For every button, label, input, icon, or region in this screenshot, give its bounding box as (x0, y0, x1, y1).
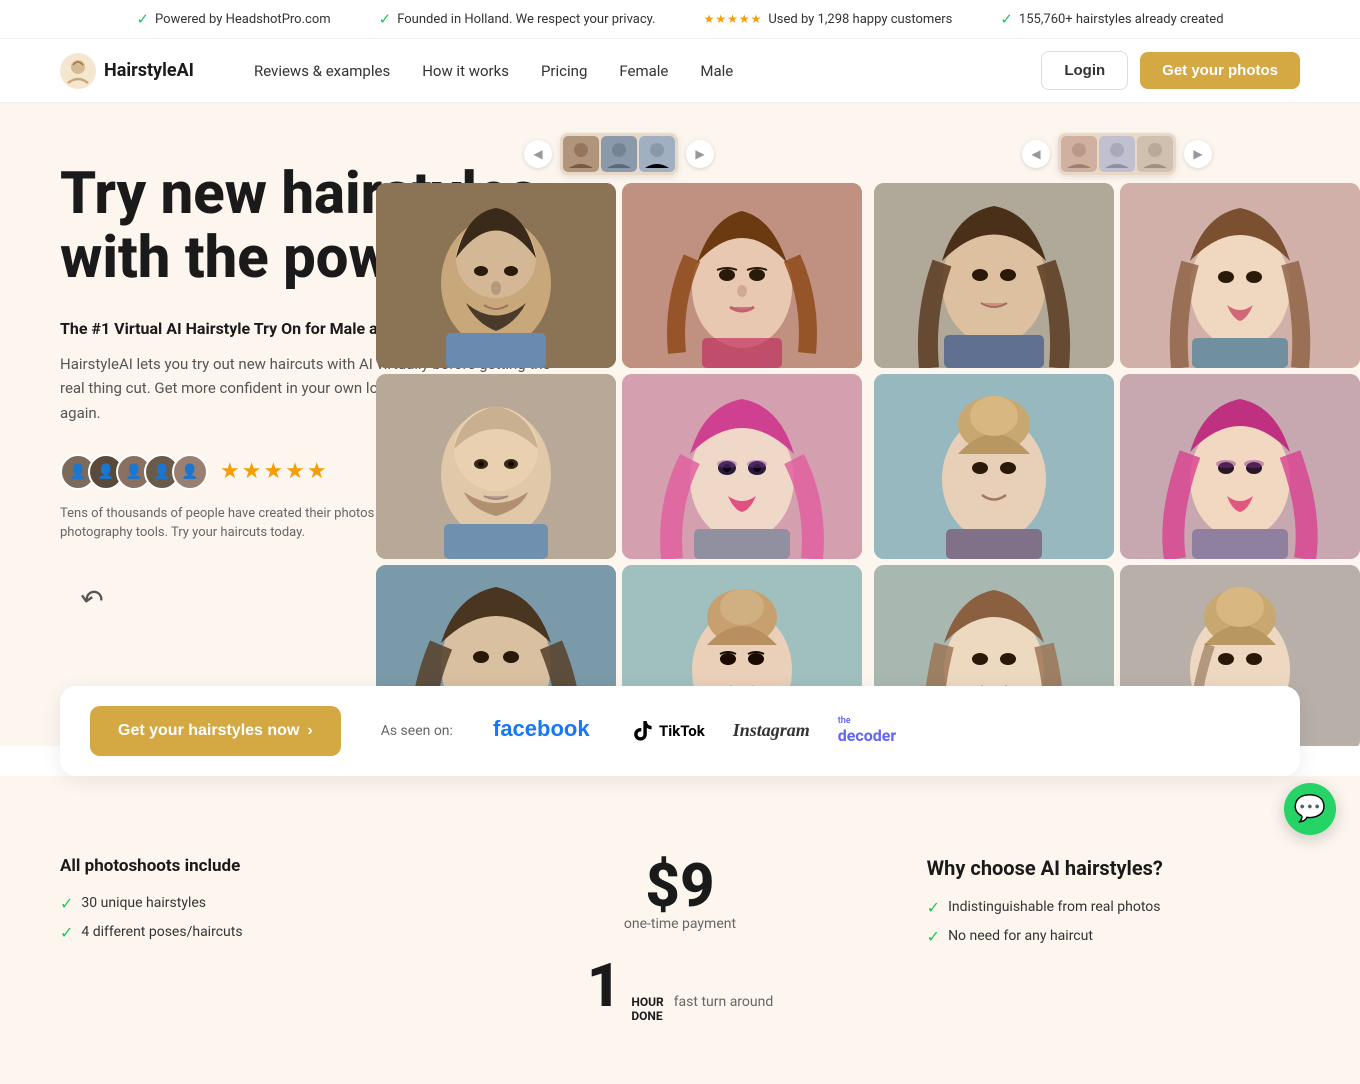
topbar-item-founded: ✓ Founded in Holland. We respect your pr… (379, 10, 656, 28)
why-text-1: Indistinguishable from real photos (948, 899, 1160, 915)
why-item-1: ✓ Indistinguishable from real photos (927, 898, 1300, 917)
decoder-logo: the decoder (838, 717, 897, 745)
chat-icon: 💬 (1294, 794, 1326, 824)
check-icon: ✓ (136, 10, 149, 28)
female-face-2 (622, 374, 862, 559)
nav-link-pricing[interactable]: Pricing (541, 62, 587, 80)
instagram-logo: Instagram (733, 720, 810, 741)
feature-item-2: ✓ 4 different poses/haircuts (60, 923, 433, 942)
topbar-text-founded: Founded in Holland. We respect your priv… (397, 12, 655, 27)
get-photos-button[interactable]: Get your photos (1140, 52, 1300, 89)
check-icon-2: ✓ (379, 10, 392, 28)
feature-item-1: ✓ 30 unique hairstyles (60, 894, 433, 913)
prev-arrow[interactable]: ◀ (524, 140, 552, 168)
feature-text-1: 30 unique hairstyles (81, 895, 206, 911)
avatar-5: 👤 (172, 454, 208, 490)
login-button[interactable]: Login (1041, 51, 1128, 90)
male-thumb-row: ◀ ▶ (524, 133, 714, 175)
female-face-a (874, 183, 1114, 368)
nav-links: Reviews & examples How it works Pricing … (254, 62, 1001, 80)
topbar-text-powered: Powered by HeadshotPro.com (155, 12, 331, 27)
navbar: HairstyleAI Reviews & examples How it wo… (0, 39, 1360, 103)
female-thumbs (1058, 133, 1176, 175)
thumb-before (563, 136, 599, 172)
thumb-after-2 (639, 136, 675, 172)
topbar-text-used-by: Used by 1,298 happy customers (768, 12, 952, 27)
female-face-c (874, 374, 1114, 559)
feature-text-2: 4 different poses/haircuts (81, 924, 242, 940)
male-faces-grid (376, 183, 862, 746)
price-amount: $9 (493, 856, 866, 916)
as-seen-on-label: As seen on: (381, 723, 453, 739)
female-face-1 (622, 183, 862, 368)
logo-text: HairstyleAI (104, 60, 194, 81)
turnaround-label: HOUR DONE (631, 995, 663, 1024)
why-text-2: No need for any haircut (948, 928, 1093, 944)
why-col: Why choose AI hairstyles? ✓ Indistinguis… (927, 856, 1300, 956)
check-icon-w2: ✓ (927, 927, 940, 946)
thumb-f-after-1 (1099, 136, 1135, 172)
cta-bar: Get your hairstyles now › As seen on: fa… (60, 686, 1300, 776)
rating-stars: ★★★★★ (704, 12, 763, 26)
topbar-item-powered: ✓ Powered by HeadshotPro.com (136, 10, 330, 28)
why-title: Why choose AI hairstyles? (927, 856, 1300, 880)
prev-arrow-f[interactable]: ◀ (1022, 140, 1050, 168)
price-payment-label: one-time payment (493, 916, 866, 932)
thumb-after-1 (601, 136, 637, 172)
cta-big-button[interactable]: Get your hairstyles now › (90, 706, 341, 756)
next-arrow-f[interactable]: ▶ (1184, 140, 1212, 168)
nav-link-reviews[interactable]: Reviews & examples (254, 62, 390, 80)
male-face-1 (376, 183, 616, 368)
topbar-item-created: ✓ 155,760+ hairstyles already created (1000, 10, 1223, 28)
nav-link-male[interactable]: Male (700, 62, 733, 80)
hero-stars: ★★★★★ (220, 459, 329, 484)
nav-link-how-it-works[interactable]: How it works (422, 62, 509, 80)
social-logos: facebook TikTok Instagram the decoder (493, 714, 896, 747)
chat-button[interactable]: 💬 (1284, 783, 1336, 835)
check-icon-f2: ✓ (60, 923, 73, 942)
svg-text:facebook: facebook (493, 716, 590, 741)
features-section: All photoshoots include ✓ 30 unique hair… (0, 776, 1360, 1084)
hour-row: 1 HOUR DONE fast turn around (493, 956, 866, 1024)
hero-section: Try new hairstyles with the power of AI … (0, 103, 1360, 746)
avatar-stack: 👤 👤 👤 👤 👤 (60, 454, 208, 490)
photoshoots-col: All photoshoots include ✓ 30 unique hair… (60, 856, 433, 952)
topbar: ✓ Powered by HeadshotPro.com ✓ Founded i… (0, 0, 1360, 39)
female-faces-grid (874, 183, 1360, 746)
thumb-f-before (1061, 136, 1097, 172)
tiktok-logo: TikTok (631, 719, 705, 743)
male-face-2 (376, 374, 616, 559)
arrow-icon: › (307, 722, 312, 740)
nav-actions: Login Get your photos (1041, 51, 1300, 90)
female-face-b (1120, 183, 1360, 368)
topbar-item-used-by: ★★★★★ Used by 1,298 happy customers (704, 12, 953, 27)
turnaround-desc: fast turn around (674, 994, 774, 1010)
female-thumb-row: ◀ ▶ (1022, 133, 1212, 175)
logo-icon (60, 53, 96, 89)
female-face-d (1120, 374, 1360, 559)
price-col: $9 one-time payment 1 HOUR DONE fast tur… (493, 856, 866, 1024)
facebook-logo: facebook (493, 714, 603, 747)
nav-link-female[interactable]: Female (619, 62, 668, 80)
male-thumbs (560, 133, 678, 175)
curved-arrow-icon: ↷ (77, 581, 106, 618)
check-icon-3: ✓ (1000, 10, 1013, 28)
check-icon-f1: ✓ (60, 894, 73, 913)
why-item-2: ✓ No need for any haircut (927, 927, 1300, 946)
thumb-f-after-2 (1137, 136, 1173, 172)
hero-images: ◀ ▶ (376, 133, 1360, 746)
topbar-text-created: 155,760+ hairstyles already created (1019, 12, 1224, 27)
next-arrow[interactable]: ▶ (686, 140, 714, 168)
check-icon-w1: ✓ (927, 898, 940, 917)
logo-link[interactable]: HairstyleAI (60, 53, 194, 89)
turnaround-num: 1 (587, 956, 622, 1016)
cta-big-label: Get your hairstyles now (118, 722, 299, 740)
